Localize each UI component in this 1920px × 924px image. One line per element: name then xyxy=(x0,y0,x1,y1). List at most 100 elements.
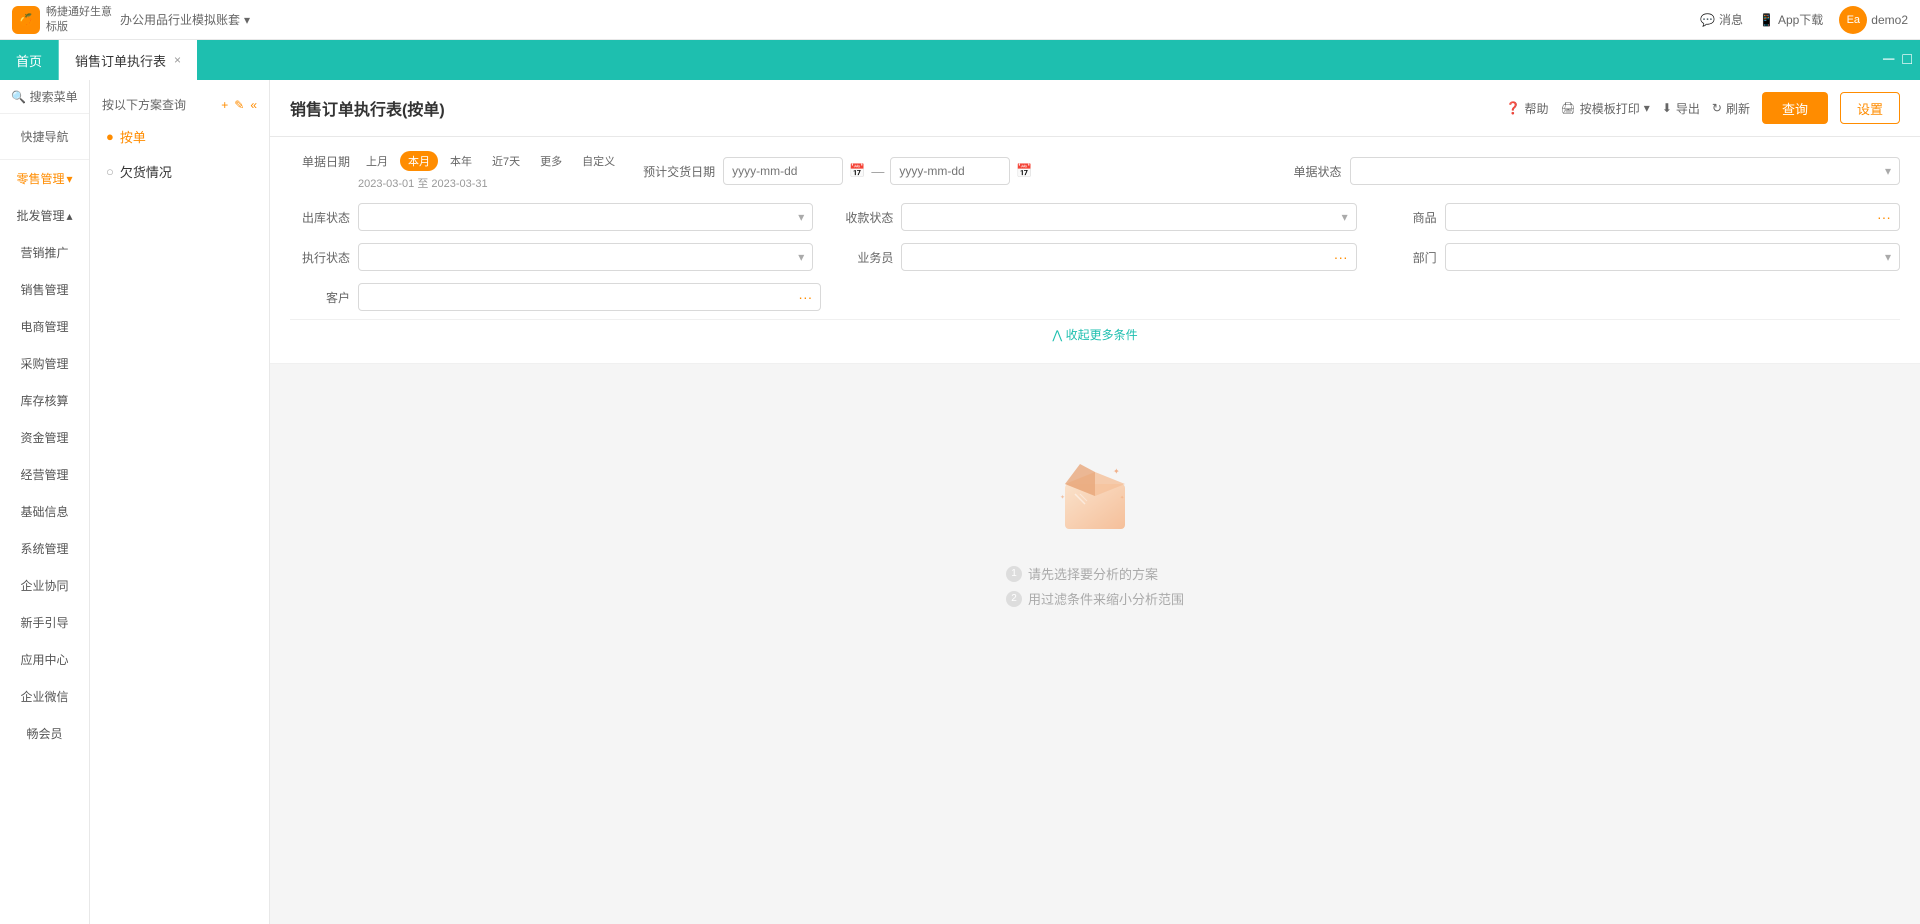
sidebar-item-marketing[interactable]: 营销推广 xyxy=(0,234,89,271)
print-icon: 🖨 xyxy=(1561,101,1576,115)
payment-filter: 收款状态 ▾ xyxy=(833,203,1356,231)
help-button[interactable]: ❓ 帮助 xyxy=(1506,100,1549,117)
scheme-item-debt[interactable]: ○ 欠货情况 xyxy=(90,154,269,189)
logo-text: 畅捷通好生意 标版 xyxy=(46,5,112,34)
scheme-icon-debt: ○ xyxy=(106,164,114,179)
status-select[interactable]: ▾ xyxy=(1350,157,1900,185)
sidebar-item-appstore[interactable]: 应用中心 xyxy=(0,641,89,678)
department-label: 部门 xyxy=(1377,249,1437,266)
shortcut-custom[interactable]: 自定义 xyxy=(574,151,623,171)
shortcut-this-year[interactable]: 本年 xyxy=(442,151,480,171)
export-icon: ⬇ xyxy=(1662,101,1672,115)
sidebar-quick-nav: 快捷导航 xyxy=(0,114,89,160)
sidebar-item-quick-nav[interactable]: 快捷导航 xyxy=(0,120,89,153)
tab-home[interactable]: 首页 xyxy=(0,40,59,80)
calendar-start-icon[interactable]: 📅 xyxy=(849,163,865,179)
customer-label: 客户 xyxy=(290,289,350,306)
download-icon: 📱 xyxy=(1759,13,1774,27)
tab-sales-execution[interactable]: 销售订单执行表 × xyxy=(59,40,197,80)
expected-date-end[interactable] xyxy=(890,157,1010,185)
collapse-filter-button[interactable]: ⋀ 收起更多条件 xyxy=(290,319,1900,349)
scheme-icon-press: ● xyxy=(106,129,114,144)
help-icon: ❓ xyxy=(1506,101,1521,115)
tab-bar-actions: ─ □ xyxy=(1883,51,1920,69)
sidebar-item-sales[interactable]: 销售管理 xyxy=(0,271,89,308)
execution-select[interactable]: ▾ xyxy=(358,243,813,271)
sidebar-item-inventory[interactable]: 库存核算 xyxy=(0,382,89,419)
date-filter: 单据日期 上月 本月 本年 近7天 更多 自定义 2023-03-01 至 20… xyxy=(290,151,623,191)
message-button[interactable]: 💬 消息 xyxy=(1700,11,1743,28)
chevron-down-icon: ▾ xyxy=(798,210,804,224)
avatar: Ea xyxy=(1839,6,1867,34)
empty-illustration: ✦ ✦ ✦ xyxy=(1045,444,1145,544)
search-area: 单据日期 上月 本月 本年 近7天 更多 自定义 2023-03-01 至 20… xyxy=(270,137,1920,364)
maximize-button[interactable]: □ xyxy=(1902,51,1912,69)
expected-date-filter: 预计交货日期 📅 — 📅 xyxy=(643,157,1261,185)
minimize-button[interactable]: ─ xyxy=(1883,51,1894,69)
sidebar-item-basic[interactable]: 基础信息 xyxy=(0,493,89,530)
sidebar-item-finance[interactable]: 资金管理 xyxy=(0,419,89,456)
outbound-filter: 出库状态 ▾ xyxy=(290,203,813,231)
sidebar-item-purchase[interactable]: 采购管理 xyxy=(0,345,89,382)
chevron-down-icon: ▾ xyxy=(1885,250,1891,264)
search-icon: 🔍 xyxy=(11,90,26,104)
sidebar: 🔍 搜索菜单 快捷导航 零售管理 ▾ 批发管理 ▴ 营销推广 销售管理 电商管理… xyxy=(0,80,90,924)
collapse-icon: ⋀ xyxy=(1052,328,1062,342)
left-panel-actions: + ✎ « xyxy=(221,98,257,112)
sidebar-item-ecommerce[interactable]: 电商管理 xyxy=(0,308,89,345)
app-download-button[interactable]: 📱 App下载 xyxy=(1759,11,1823,28)
query-button[interactable]: 查询 xyxy=(1762,92,1828,124)
expected-date-range: 📅 — 📅 xyxy=(723,157,1032,185)
add-scheme-button[interactable]: + xyxy=(221,98,228,112)
print-button[interactable]: 🖨 按模板打印 ▾ xyxy=(1561,100,1650,117)
main-content: 销售订单执行表(按单) ❓ 帮助 🖨 按模板打印 ▾ ⬇ 导出 xyxy=(270,80,1920,924)
salesperson-ellipsis-button[interactable]: ··· xyxy=(1334,249,1348,265)
edit-scheme-button[interactable]: ✎ xyxy=(234,98,244,112)
customer-filter: 客户 ··· xyxy=(290,283,821,311)
sidebar-item-wholesale[interactable]: 批发管理 ▴ xyxy=(0,197,89,234)
department-filter: 部门 ▾ xyxy=(1377,243,1900,271)
scheme-item-press[interactable]: ● 按单 xyxy=(90,119,269,154)
shortcut-this-month[interactable]: 本月 xyxy=(400,151,438,171)
svg-text:✦: ✦ xyxy=(1113,467,1120,476)
shortcut-last-month[interactable]: 上月 xyxy=(358,151,396,171)
date-range-separator: — xyxy=(871,164,884,179)
customer-ellipsis-button[interactable]: ··· xyxy=(798,289,812,305)
top-bar-right: 💬 消息 📱 App下载 Ea demo2 xyxy=(1700,6,1908,34)
sidebar-item-system[interactable]: 系统管理 xyxy=(0,530,89,567)
sidebar-item-wechat[interactable]: 企业微信 xyxy=(0,678,89,715)
page-actions: ❓ 帮助 🖨 按模板打印 ▾ ⬇ 导出 ↻ 刷新 xyxy=(1506,92,1900,124)
department-select[interactable]: ▾ xyxy=(1445,243,1900,271)
export-button[interactable]: ⬇ 导出 xyxy=(1662,100,1700,117)
calendar-end-icon[interactable]: 📅 xyxy=(1016,163,1032,179)
sidebar-item-enterprise[interactable]: 企业协同 xyxy=(0,567,89,604)
page-header: 销售订单执行表(按单) ❓ 帮助 🖨 按模板打印 ▾ ⬇ 导出 xyxy=(270,80,1920,137)
date-range-display: 2023-03-01 至 2023-03-31 xyxy=(358,175,488,191)
salesperson-label: 业务员 xyxy=(833,249,893,266)
user-menu[interactable]: Ea demo2 xyxy=(1839,6,1908,34)
sidebar-item-operations[interactable]: 经营管理 xyxy=(0,456,89,493)
sidebar-item-member[interactable]: 畅会员 xyxy=(0,715,89,752)
sidebar-search[interactable]: 🔍 搜索菜单 xyxy=(0,80,89,114)
sidebar-item-newbie[interactable]: 新手引导 xyxy=(0,604,89,641)
date-shortcuts: 上月 本月 本年 近7天 更多 自定义 xyxy=(358,151,623,171)
tip-number-2: 2 xyxy=(1006,591,1022,607)
product-filter: 商品 ··· xyxy=(1377,203,1900,231)
sidebar-item-retail[interactable]: 零售管理 ▾ xyxy=(0,160,89,197)
shortcut-more[interactable]: 更多 xyxy=(532,151,570,171)
search-row-1: 单据日期 上月 本月 本年 近7天 更多 自定义 2023-03-01 至 20… xyxy=(290,151,1900,191)
svg-text:✦: ✦ xyxy=(1120,495,1124,501)
collapse-panel-button[interactable]: « xyxy=(250,98,257,112)
shortcut-7days[interactable]: 近7天 xyxy=(484,151,528,171)
date-label: 单据日期 xyxy=(290,153,350,170)
chevron-down-icon: ▾ xyxy=(244,13,250,27)
tab-close-icon[interactable]: × xyxy=(174,53,181,67)
expected-date-start[interactable] xyxy=(723,157,843,185)
payment-select[interactable]: ▾ xyxy=(901,203,1356,231)
setting-button[interactable]: 设置 xyxy=(1840,92,1900,124)
product-ellipsis-button[interactable]: ··· xyxy=(1877,209,1891,225)
refresh-button[interactable]: ↻ 刷新 xyxy=(1712,100,1750,117)
industry-dropdown[interactable]: 办公用品行业模拟账套 ▾ xyxy=(120,11,250,28)
outbound-select[interactable]: ▾ xyxy=(358,203,813,231)
logo-area: 🍊 畅捷通好生意 标版 xyxy=(12,5,112,34)
